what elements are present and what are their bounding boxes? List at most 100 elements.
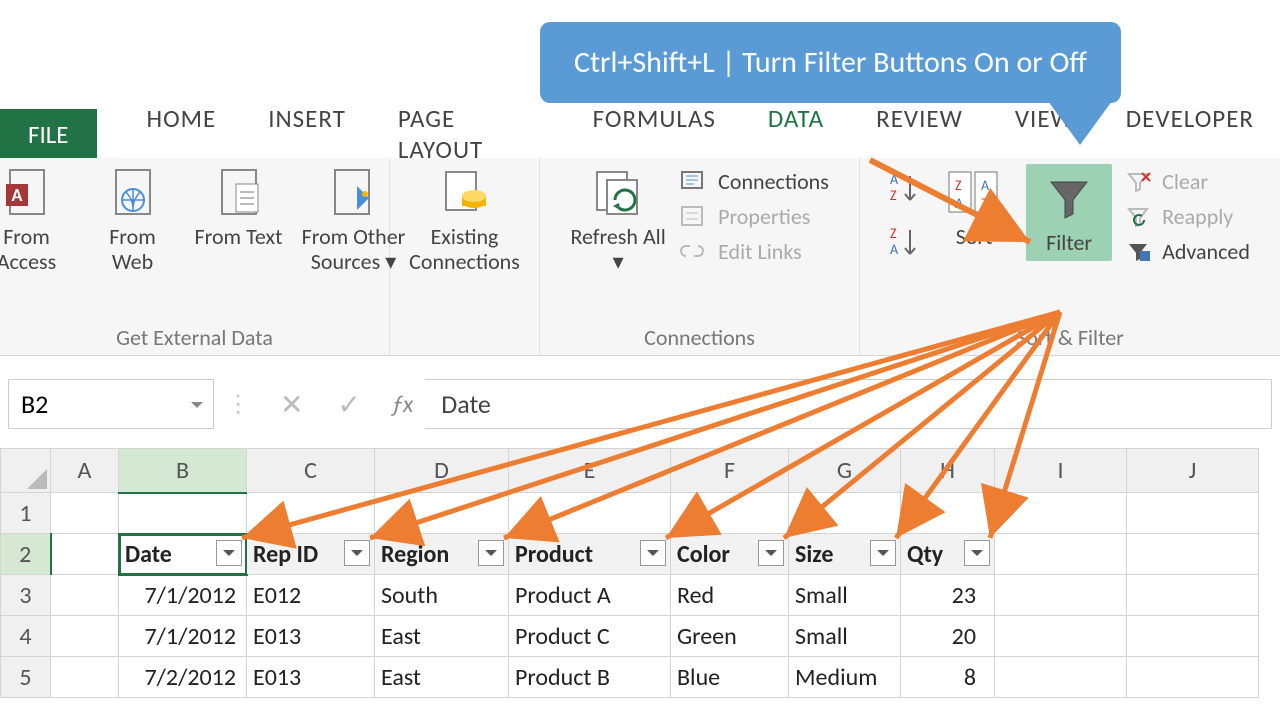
select-all-corner[interactable] [1,449,51,493]
filter-dropdown-button[interactable] [870,540,896,566]
table-cell[interactable] [789,493,901,534]
table-cell[interactable] [995,575,1127,616]
chevron-down-icon[interactable] [191,402,203,414]
table-header-cell[interactable]: Product [509,534,671,575]
column-header-G[interactable]: G [789,449,901,493]
table-cell[interactable] [51,616,119,657]
table-header-cell[interactable] [1127,534,1259,575]
clear-filter-button: Clear [1126,168,1250,195]
table-cell[interactable]: E012 [247,575,375,616]
table-cell[interactable]: E013 [247,616,375,657]
column-header-J[interactable]: J [1127,449,1259,493]
web-icon [110,164,156,220]
table-header-cell[interactable] [51,534,119,575]
filter-dropdown-button[interactable] [758,540,784,566]
table-cell[interactable] [119,493,247,534]
table-cell[interactable]: Medium [789,657,901,698]
reapply-icon [1126,206,1152,228]
table-cell[interactable] [995,657,1127,698]
table-cell[interactable] [995,493,1127,534]
table-cell[interactable]: Small [789,575,901,616]
row-header-1[interactable]: 1 [1,493,51,534]
row-header-3[interactable]: 3 [1,575,51,616]
table-cell[interactable]: E013 [247,657,375,698]
table-cell[interactable]: Blue [671,657,789,698]
row-header-5[interactable]: 5 [1,657,51,698]
svg-text:Z: Z [981,195,988,212]
sort-icon: ZAAZ [947,164,1001,220]
svg-text:Z: Z [890,187,897,204]
connections-icon [680,170,708,194]
name-box[interactable]: B2 [8,379,214,429]
table-cell[interactable] [995,616,1127,657]
table-cell[interactable]: Product B [509,657,671,698]
file-tab[interactable]: FILE [0,109,97,160]
table-cell[interactable] [1127,575,1259,616]
column-header-B[interactable]: B [119,449,247,493]
table-cell[interactable]: East [375,616,509,657]
table-cell[interactable] [1127,616,1259,657]
table-cell[interactable]: Product A [509,575,671,616]
filter-dropdown-button[interactable] [640,540,666,566]
table-cell[interactable]: East [375,657,509,698]
table-cell[interactable]: Small [789,616,901,657]
table-cell[interactable]: 20 [901,616,995,657]
table-cell[interactable] [51,657,119,698]
filter-dropdown-button[interactable] [216,540,242,566]
table-cell[interactable]: 7/1/2012 [119,575,247,616]
table-cell[interactable]: Red [671,575,789,616]
table-cell[interactable] [51,575,119,616]
advanced-filter-button[interactable]: Advanced [1126,238,1250,265]
filter-button[interactable]: Filter [1026,164,1112,261]
table-header-cell[interactable]: Color [671,534,789,575]
table-header-cell[interactable]: Region [375,534,509,575]
spreadsheet-grid[interactable]: ABCDEFGHIJ 12 DateRep IDRegionProductColor… [0,448,1280,698]
table-header-cell[interactable]: Rep ID [247,534,375,575]
sort-asc-icon[interactable]: AZ [890,170,922,206]
table-cell[interactable]: 8 [901,657,995,698]
table-cell[interactable] [51,493,119,534]
filter-dropdown-button[interactable] [344,540,370,566]
column-header-F[interactable]: F [671,449,789,493]
column-header-E[interactable]: E [509,449,671,493]
table-cell[interactable]: Green [671,616,789,657]
column-header-I[interactable]: I [995,449,1127,493]
table-cell[interactable] [1127,493,1259,534]
table-header-cell[interactable]: Size [789,534,901,575]
filter-dropdown-button[interactable] [964,540,990,566]
svg-text:Z: Z [955,177,962,194]
existing-connections-button[interactable]: Existing Connections [400,164,530,275]
fx-icon[interactable]: ƒx [391,390,413,419]
sort-desc-icon[interactable]: ZA [890,224,922,260]
sort-button[interactable]: ZAAZ Sort [936,164,1012,249]
connections-button[interactable]: Connections [680,168,829,195]
table-cell[interactable]: 23 [901,575,995,616]
row-header-2[interactable]: 2 [1,534,51,575]
table-cell[interactable]: South [375,575,509,616]
column-header-D[interactable]: D [375,449,509,493]
column-header-C[interactable]: C [247,449,375,493]
table-cell[interactable] [375,493,509,534]
table-cell[interactable] [1127,657,1259,698]
table-header-cell[interactable] [995,534,1127,575]
table-cell[interactable]: 7/2/2012 [119,657,247,698]
row-header-4[interactable]: 4 [1,616,51,657]
from-web-button[interactable]: From Web [87,164,179,275]
from-access-button[interactable]: A From Access [0,164,73,275]
table-cell[interactable]: Product C [509,616,671,657]
table-header-cell[interactable]: Date [119,534,247,575]
svg-text:A: A [890,171,899,188]
table-cell[interactable]: 7/1/2012 [119,616,247,657]
filter-dropdown-button[interactable] [478,540,504,566]
table-cell[interactable] [901,493,995,534]
table-cell[interactable] [509,493,671,534]
table-header-cell[interactable]: Qty [901,534,995,575]
table-cell[interactable] [671,493,789,534]
text-file-icon [216,164,262,220]
column-header-A[interactable]: A [51,449,119,493]
table-cell[interactable] [247,493,375,534]
refresh-all-button[interactable]: Refresh All ▾ [570,164,666,275]
formula-input[interactable] [425,379,1272,429]
from-text-button[interactable]: From Text [193,164,285,249]
column-header-H[interactable]: H [901,449,995,493]
